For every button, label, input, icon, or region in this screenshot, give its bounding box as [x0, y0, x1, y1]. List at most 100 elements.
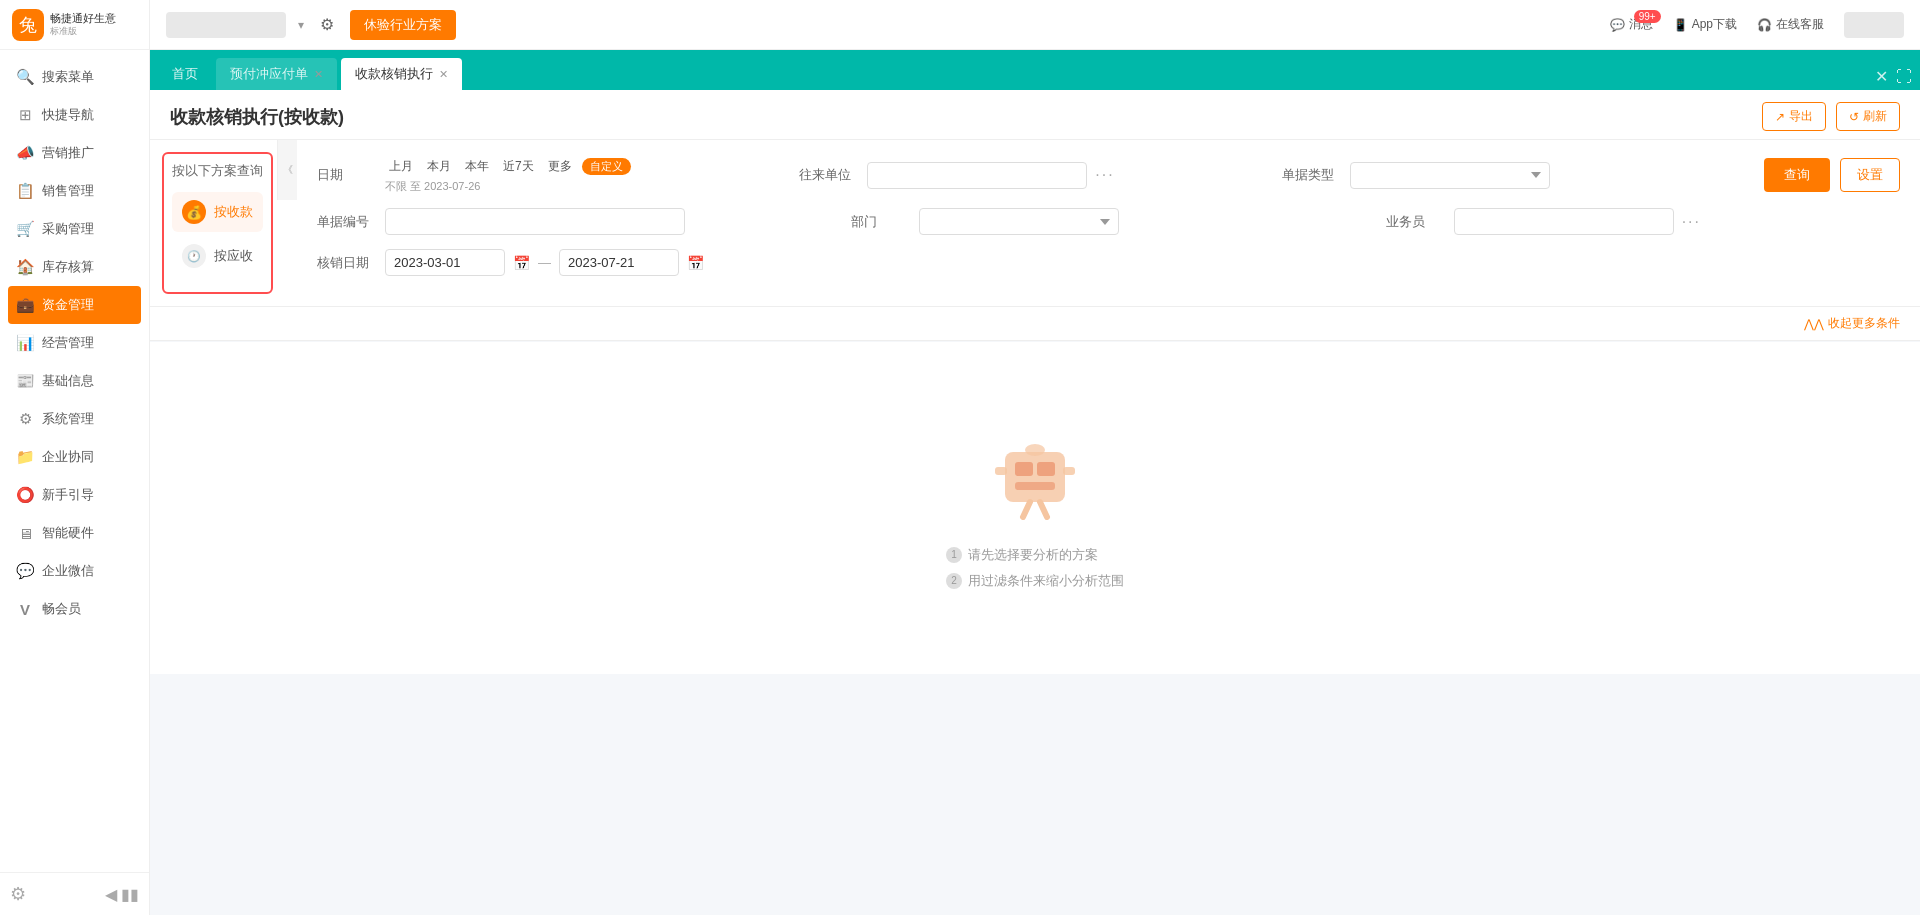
sidebar-label-hardware: 智能硬件: [42, 524, 94, 542]
close-tab-action-btn[interactable]: ✕: [1875, 67, 1888, 86]
collapse-more-bar[interactable]: ⋀⋀ 收起更多条件: [150, 307, 1920, 341]
tab-prepay-label: 预付冲应付单: [230, 65, 308, 83]
sidebar-item-sales[interactable]: 📋 销售管理: [0, 172, 149, 210]
sidebar-item-marketing[interactable]: 📣 营销推广: [0, 134, 149, 172]
calendar-start-icon[interactable]: 📅: [513, 255, 530, 271]
purchase-icon: 🛒: [16, 220, 34, 238]
filter-option-by-receivable[interactable]: 🕐 按应收: [172, 236, 263, 276]
sidebar-item-member[interactable]: V 畅会员: [0, 590, 149, 628]
filter-field-counterparty: 往来单位 ···: [799, 162, 1261, 189]
sidebar-item-inventory[interactable]: 🏠 库存核算: [0, 248, 149, 286]
tab-writeoff[interactable]: 收款核销执行 ✕: [341, 58, 462, 90]
nav-tabs-actions: ✕ ⛶: [1875, 67, 1912, 90]
date-dash: —: [538, 255, 551, 270]
empty-illustration: [975, 422, 1095, 522]
sidebar-label-system: 系统管理: [42, 410, 94, 428]
hint-text-1: 请先选择要分析的方案: [968, 542, 1098, 568]
tab-prepay-close-icon[interactable]: ✕: [314, 68, 323, 81]
member-icon: V: [16, 601, 34, 618]
sidebar-item-system[interactable]: ⚙ 系统管理: [0, 400, 149, 438]
sidebar-item-guide[interactable]: ⭕ 新手引导: [0, 476, 149, 514]
date-last-7-days[interactable]: 近7天: [499, 156, 538, 177]
collapse-sidebar-icon[interactable]: ◀ ▮▮: [105, 885, 139, 904]
user-avatar: [1844, 12, 1904, 38]
date-last-month[interactable]: 上月: [385, 156, 417, 177]
wechat-icon: 💬: [16, 562, 34, 580]
collapse-up-icon: ⋀⋀: [1804, 317, 1824, 331]
query-btn[interactable]: 查询: [1764, 158, 1830, 192]
filter-field-date: 日期 上月 本月 本年 近7天 更多 自定义 不限 至 2023-07-26: [317, 156, 779, 194]
message-icon: 💬: [1610, 18, 1625, 32]
svg-rect-5: [1063, 467, 1075, 475]
topbar-right: 💬 消息 99+ 📱 App下载 🎧 在线客服: [1610, 12, 1904, 38]
message-btn[interactable]: 💬 消息 99+: [1610, 16, 1653, 33]
writeoff-date-label: 核销日期: [317, 254, 377, 272]
page-header: 收款核销执行(按收款) ↗ 导出 ↺ 刷新: [150, 90, 1920, 140]
sidebar-item-collab[interactable]: 📁 企业协同: [0, 438, 149, 476]
sidebar-item-finance[interactable]: 💼 资金管理: [8, 286, 141, 324]
export-icon: ↗: [1775, 110, 1785, 124]
dropdown-chevron-icon[interactable]: ▾: [298, 18, 304, 32]
empty-state: 1 请先选择要分析的方案 2 用过滤条件来缩小分析范围: [150, 342, 1920, 674]
sidebar-item-basic-info[interactable]: 📰 基础信息: [0, 362, 149, 400]
sidebar-item-search[interactable]: 🔍 搜索菜单: [0, 58, 149, 96]
writeoff-date-start-input[interactable]: [385, 249, 505, 276]
mobile-icon: 📱: [1673, 18, 1688, 32]
svg-point-8: [1025, 444, 1045, 456]
sidebar-label-purchase: 采购管理: [42, 220, 94, 238]
svg-rect-2: [1037, 462, 1055, 476]
app-download-btn[interactable]: 📱 App下载: [1673, 16, 1737, 33]
tab-prepay[interactable]: 预付冲应付单 ✕: [216, 58, 337, 90]
refresh-btn[interactable]: ↺ 刷新: [1836, 102, 1900, 131]
service-label: 在线客服: [1776, 16, 1824, 33]
date-this-month[interactable]: 本月: [423, 156, 455, 177]
date-custom-badge[interactable]: 自定义: [582, 158, 631, 175]
counterparty-input[interactable]: [867, 162, 1087, 189]
sales-icon: 📋: [16, 182, 34, 200]
tab-home[interactable]: 首页: [158, 58, 212, 90]
message-badge: 99+: [1634, 10, 1661, 23]
staff-dots-btn[interactable]: ···: [1682, 213, 1701, 231]
date-more[interactable]: 更多: [544, 156, 576, 177]
main-area: ▾ ⚙ 休验行业方案 💬 消息 99+ 📱 App下载 🎧 在线客服 首页: [150, 0, 1920, 915]
operation-icon: 📊: [16, 334, 34, 352]
expand-tab-action-btn[interactable]: ⛶: [1896, 68, 1912, 86]
grid-icon: ⊞: [16, 106, 34, 124]
date-no-limit: 不限 至 2023-07-26: [385, 179, 631, 194]
setting-btn[interactable]: 设置: [1840, 158, 1900, 192]
sidebar-label-basic-info: 基础信息: [42, 372, 94, 390]
filter-option-by-receipt[interactable]: 💰 按收款: [172, 192, 263, 232]
online-service-btn[interactable]: 🎧 在线客服: [1757, 16, 1824, 33]
nav-tabs-container: 首页 预付冲应付单 ✕ 收款核销执行 ✕ ✕ ⛶: [150, 50, 1920, 90]
date-this-year[interactable]: 本年: [461, 156, 493, 177]
sidebar-label-wechat: 企业微信: [42, 562, 94, 580]
sidebar-item-operation[interactable]: 📊 经营管理: [0, 324, 149, 362]
sidebar-item-purchase[interactable]: 🛒 采购管理: [0, 210, 149, 248]
settings-icon[interactable]: ⚙: [10, 883, 26, 905]
filter-sidebar-collapse-btn[interactable]: 《: [277, 140, 297, 200]
counterparty-dots-btn[interactable]: ···: [1095, 166, 1114, 184]
calendar-end-icon[interactable]: 📅: [687, 255, 704, 271]
filter-field-doc-type: 单据类型: [1282, 162, 1744, 189]
filter-row-2: 单据编号 部门 业务员 ···: [317, 208, 1900, 235]
sidebar-item-wechat[interactable]: 💬 企业微信: [0, 552, 149, 590]
date-label: 日期: [317, 166, 377, 184]
dept-select[interactable]: [919, 208, 1119, 235]
doc-type-select[interactable]: [1350, 162, 1550, 189]
sidebar-item-hardware[interactable]: 🖥 智能硬件: [0, 514, 149, 552]
settings-gear-icon[interactable]: ⚙: [320, 15, 334, 34]
doc-number-input[interactable]: [385, 208, 685, 235]
export-btn[interactable]: ↗ 导出: [1762, 102, 1826, 131]
staff-input[interactable]: [1454, 208, 1674, 235]
app-edition: 标准版: [50, 25, 116, 38]
empty-hint-1: 1 请先选择要分析的方案: [946, 542, 1124, 568]
tab-writeoff-label: 收款核销执行: [355, 65, 433, 83]
writeoff-date-end-input[interactable]: [559, 249, 679, 276]
tab-writeoff-close-icon[interactable]: ✕: [439, 68, 448, 81]
hardware-icon: 🖥: [16, 525, 34, 542]
sidebar-item-quick-nav[interactable]: ⊞ 快捷导航: [0, 96, 149, 134]
topbar: ▾ ⚙ 休验行业方案 💬 消息 99+ 📱 App下载 🎧 在线客服: [150, 0, 1920, 50]
sidebar-label-sales: 销售管理: [42, 182, 94, 200]
industry-btn[interactable]: 休验行业方案: [350, 10, 456, 40]
guide-icon: ⭕: [16, 486, 34, 504]
